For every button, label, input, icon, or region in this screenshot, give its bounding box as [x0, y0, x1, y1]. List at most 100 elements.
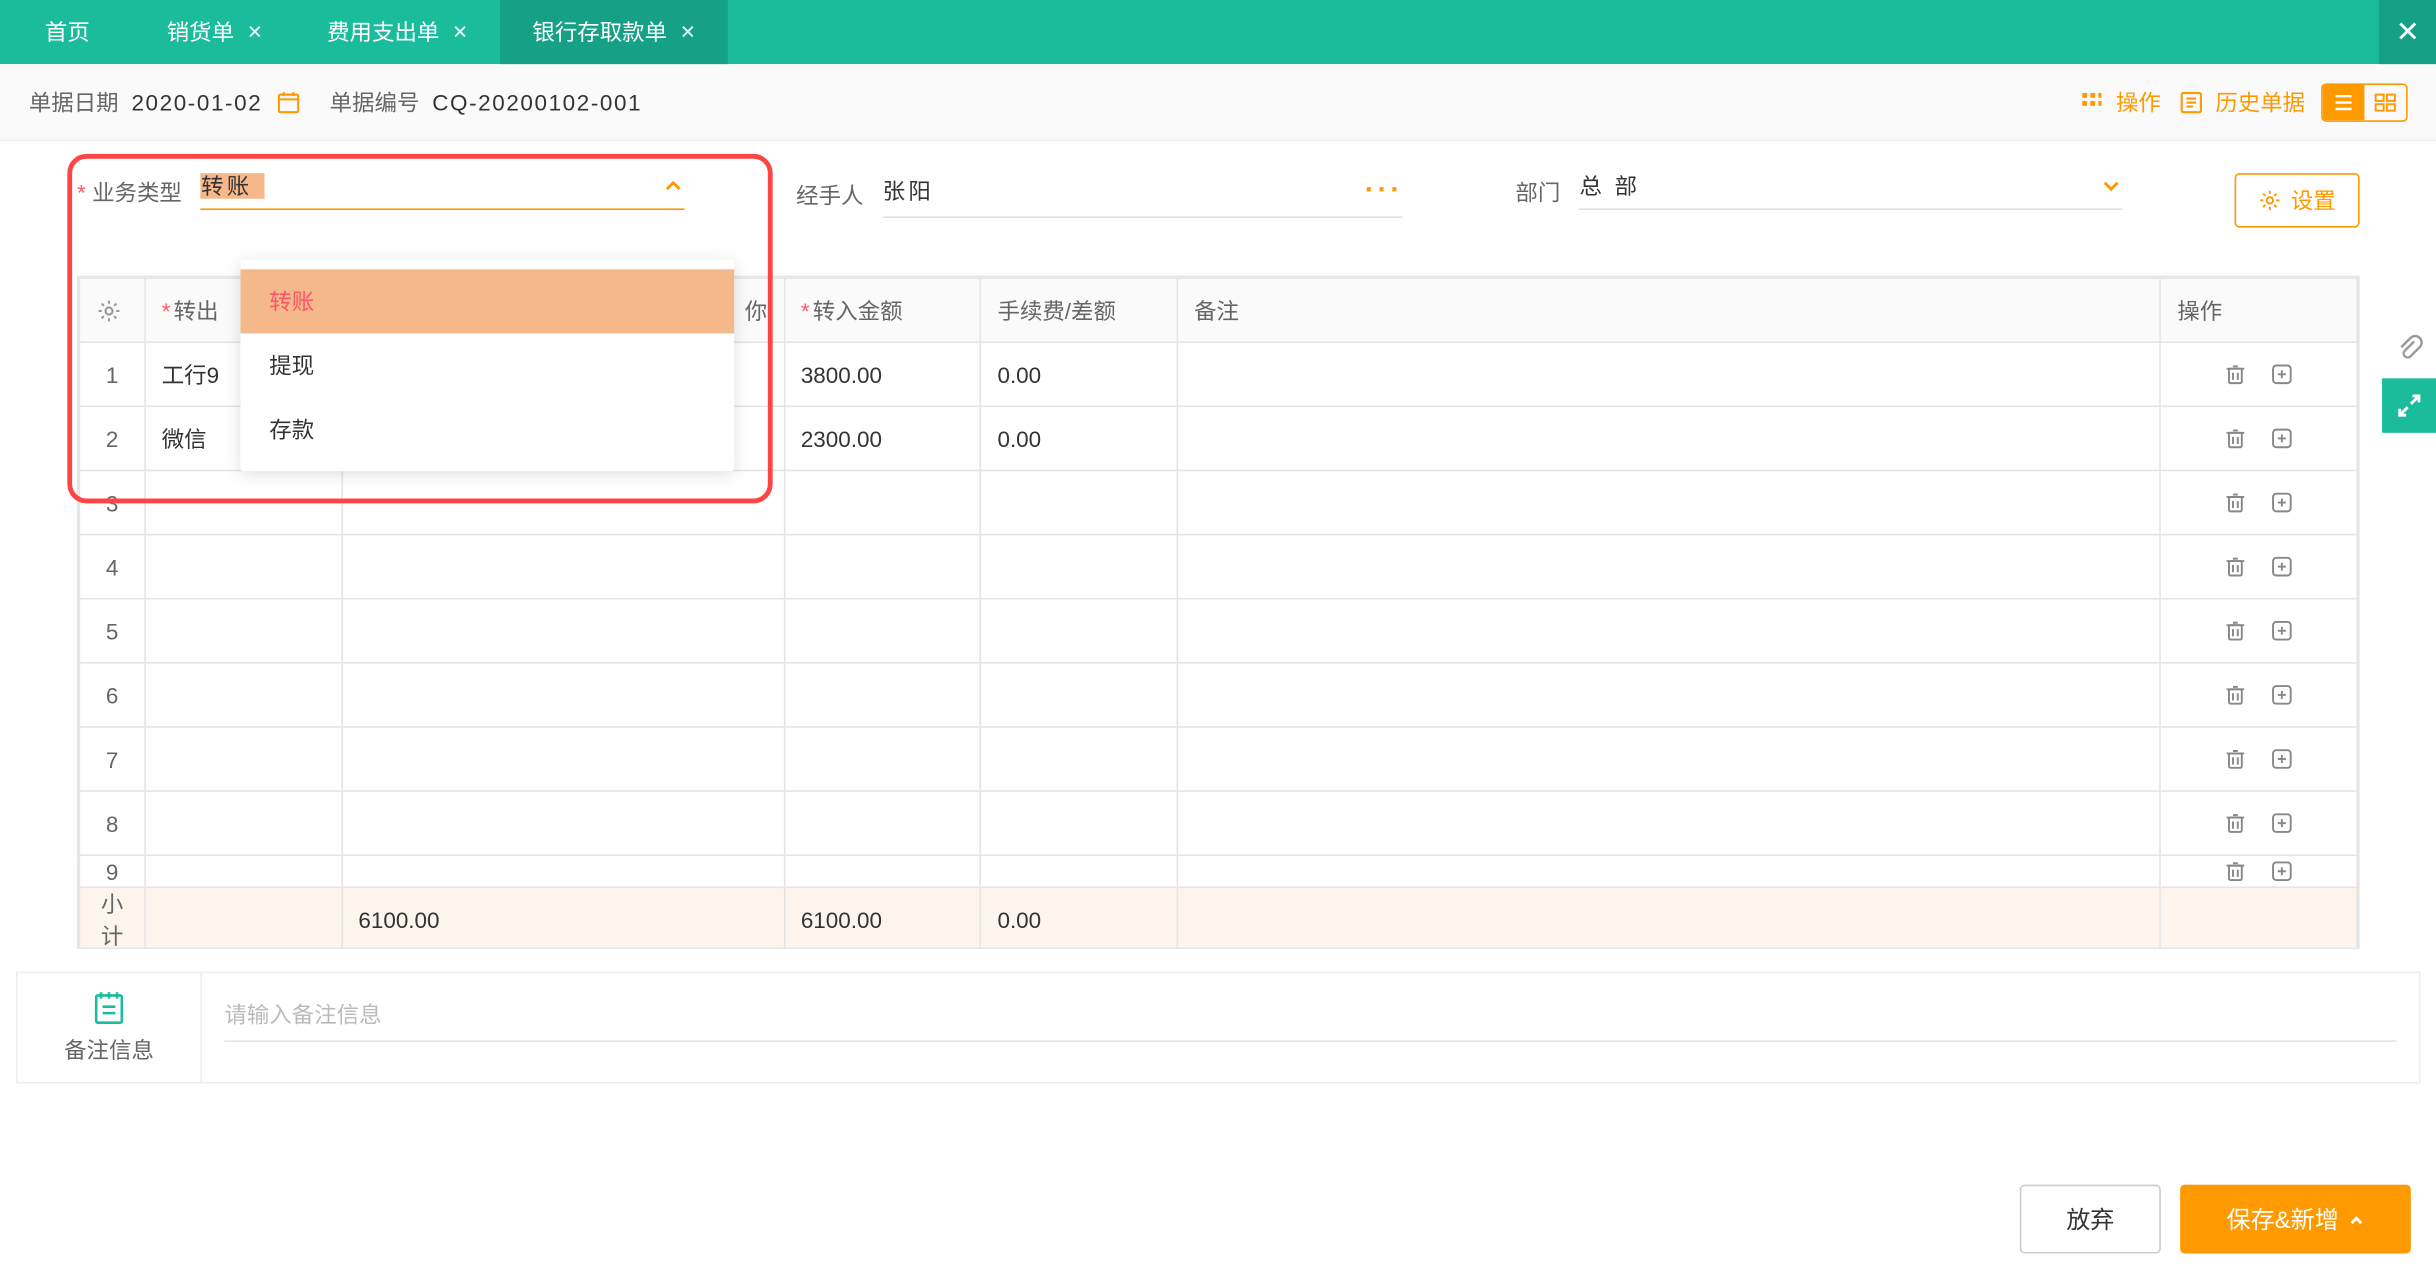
view-list-button[interactable]	[2323, 84, 2365, 119]
table-row[interactable]: 3	[79, 470, 2357, 534]
cell-acct[interactable]	[145, 727, 342, 791]
table-row[interactable]: 5	[79, 599, 2357, 663]
ops-button[interactable]: 操作	[2081, 86, 2161, 118]
handler-input[interactable]	[883, 177, 1365, 203]
add-row-button[interactable]	[2270, 619, 2294, 643]
cell-in-amt[interactable]: 2300.00	[784, 406, 981, 470]
date-value[interactable]: 2020-01-02	[131, 89, 262, 115]
expand-button[interactable]	[2382, 378, 2436, 433]
add-row-button[interactable]	[2270, 491, 2294, 515]
view-grid-button[interactable]	[2364, 84, 2406, 119]
close-icon[interactable]: ✕	[247, 21, 263, 43]
delete-row-button[interactable]	[2224, 859, 2248, 883]
biz-type-input[interactable]	[201, 173, 265, 199]
cell-fee[interactable]: 0.00	[981, 406, 1178, 470]
cell-fee[interactable]	[981, 727, 1178, 791]
cell-in-amt[interactable]	[784, 727, 981, 791]
cell-remark[interactable]	[1177, 470, 2160, 534]
attachment-button[interactable]	[2382, 321, 2436, 376]
cell-acct[interactable]	[145, 791, 342, 855]
table-row[interactable]: 4	[79, 535, 2357, 599]
cell-hidden[interactable]	[342, 535, 784, 599]
cell-remark[interactable]	[1177, 663, 2160, 727]
dept-input[interactable]	[1580, 173, 2100, 199]
dropdown-option[interactable]: 转账	[240, 269, 734, 333]
cell-in-amt[interactable]	[784, 535, 981, 599]
cell-in-amt[interactable]	[784, 855, 981, 887]
cell-remark[interactable]	[1177, 599, 2160, 663]
cell-remark[interactable]	[1177, 791, 2160, 855]
cell-fee[interactable]	[981, 855, 1178, 887]
cell-hidden[interactable]	[342, 599, 784, 663]
gear-icon	[96, 297, 128, 323]
save-new-button[interactable]: 保存&新增	[2180, 1185, 2411, 1254]
cell-in-amt[interactable]	[784, 470, 981, 534]
cell-fee[interactable]	[981, 470, 1178, 534]
chevron-down-icon[interactable]	[2100, 175, 2122, 197]
tab-home[interactable]: 首页	[0, 0, 135, 64]
delete-row-button[interactable]	[2224, 491, 2248, 515]
cell-fee[interactable]	[981, 791, 1178, 855]
cell-hidden[interactable]	[342, 791, 784, 855]
cell-fee[interactable]: 0.00	[981, 342, 1178, 406]
cell-in-amt[interactable]: 3800.00	[784, 342, 981, 406]
close-icon[interactable]: ✕	[680, 21, 696, 43]
cell-hidden[interactable]	[342, 727, 784, 791]
add-row-button[interactable]	[2270, 859, 2294, 883]
table-row[interactable]: 6	[79, 663, 2357, 727]
delete-row-button[interactable]	[2224, 426, 2248, 450]
table-row[interactable]: 7	[79, 727, 2357, 791]
add-row-button[interactable]	[2270, 683, 2294, 707]
cell-acct[interactable]	[145, 470, 342, 534]
cell-hidden[interactable]	[342, 470, 784, 534]
delete-row-button[interactable]	[2224, 811, 2248, 835]
table-row[interactable]: 8	[79, 791, 2357, 855]
tab-expense[interactable]: 费用支出单 ✕	[295, 0, 500, 64]
cell-remark[interactable]	[1177, 406, 2160, 470]
cell-fee[interactable]	[981, 535, 1178, 599]
table-row[interactable]: 9	[79, 855, 2357, 887]
cell-fee[interactable]	[981, 599, 1178, 663]
delete-row-button[interactable]	[2224, 683, 2248, 707]
add-row-button[interactable]	[2270, 426, 2294, 450]
add-row-button[interactable]	[2270, 362, 2294, 386]
cell-acct[interactable]	[145, 663, 342, 727]
handler-select[interactable]: ···	[883, 173, 1403, 218]
chevron-up-icon[interactable]	[662, 175, 684, 197]
dropdown-option[interactable]: 提现	[240, 333, 734, 397]
cell-remark[interactable]	[1177, 535, 2160, 599]
delete-row-button[interactable]	[2224, 555, 2248, 579]
add-row-button[interactable]	[2270, 747, 2294, 771]
add-row-button[interactable]	[2270, 555, 2294, 579]
remarks-input[interactable]	[224, 1002, 2396, 1042]
close-icon[interactable]: ✕	[452, 21, 468, 43]
gear-header[interactable]	[79, 278, 145, 342]
tab-bank[interactable]: 银行存取款单 ✕	[500, 0, 728, 64]
dropdown-option[interactable]: 存款	[240, 398, 734, 462]
cell-acct[interactable]	[145, 535, 342, 599]
history-button[interactable]: 历史单据	[2180, 86, 2305, 118]
discard-button[interactable]: 放弃	[2020, 1185, 2161, 1254]
ellipsis-icon[interactable]: ···	[1365, 173, 1403, 207]
delete-row-button[interactable]	[2224, 747, 2248, 771]
dept-select[interactable]	[1580, 173, 2123, 210]
delete-row-button[interactable]	[2224, 362, 2248, 386]
close-all-button[interactable]: ✕	[2379, 0, 2436, 64]
delete-row-button[interactable]	[2224, 619, 2248, 643]
cell-acct[interactable]	[145, 855, 342, 887]
cell-in-amt[interactable]	[784, 599, 981, 663]
cell-acct[interactable]	[145, 599, 342, 663]
add-row-button[interactable]	[2270, 811, 2294, 835]
cell-in-amt[interactable]	[784, 791, 981, 855]
tab-sales[interactable]: 销货单 ✕	[135, 0, 295, 64]
biz-type-select[interactable]	[201, 173, 684, 210]
cell-fee[interactable]	[981, 663, 1178, 727]
cell-hidden[interactable]	[342, 855, 784, 887]
calendar-icon[interactable]	[275, 89, 301, 115]
settings-button[interactable]: 设置	[2235, 173, 2360, 228]
cell-remark[interactable]	[1177, 855, 2160, 887]
cell-hidden[interactable]	[342, 663, 784, 727]
cell-in-amt[interactable]	[784, 663, 981, 727]
cell-remark[interactable]	[1177, 727, 2160, 791]
cell-remark[interactable]	[1177, 342, 2160, 406]
